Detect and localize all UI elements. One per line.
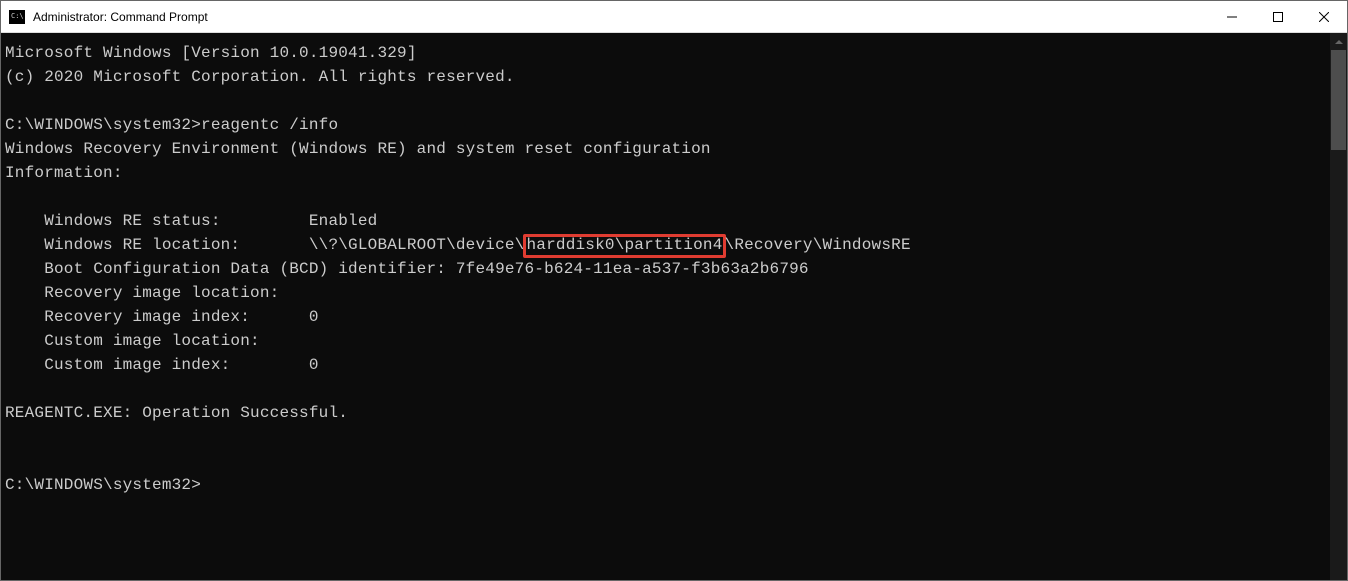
terminal-line: Windows Recovery Environment (Windows RE… xyxy=(5,140,711,158)
command-text: reagentc /info xyxy=(201,116,338,134)
terminal-output[interactable]: Microsoft Windows [Version 10.0.19041.32… xyxy=(1,33,1330,580)
terminal-line: (c) 2020 Microsoft Corporation. All righ… xyxy=(5,68,515,86)
window-title: Administrator: Command Prompt xyxy=(33,10,208,24)
prompt-path: C:\WINDOWS\system32> xyxy=(5,476,201,494)
terminal-line: \Recovery\WindowsRE xyxy=(725,236,911,254)
highlight-box: harddisk0\partition4 xyxy=(523,234,725,258)
terminal-line: Custom image location: xyxy=(5,332,260,350)
window-controls xyxy=(1209,1,1347,32)
titlebar: C:\ Administrator: Command Prompt xyxy=(1,1,1347,33)
terminal-line: Windows RE status: Enabled xyxy=(5,212,377,230)
terminal-line: Information: xyxy=(5,164,123,182)
scrollbar-up-icon[interactable] xyxy=(1330,33,1347,50)
maximize-button[interactable] xyxy=(1255,1,1301,32)
close-button[interactable] xyxy=(1301,1,1347,32)
scrollbar[interactable] xyxy=(1330,33,1347,580)
cmd-icon: C:\ xyxy=(9,10,25,24)
terminal-line: Microsoft Windows [Version 10.0.19041.32… xyxy=(5,44,417,62)
prompt-path: C:\WINDOWS\system32> xyxy=(5,116,201,134)
highlighted-text: harddisk0\partition4 xyxy=(526,236,722,254)
terminal-line: REAGENTC.EXE: Operation Successful. xyxy=(5,404,348,422)
terminal-line: Custom image index: 0 xyxy=(5,356,319,374)
scrollbar-thumb[interactable] xyxy=(1331,50,1346,150)
terminal-line: Windows RE location: \\?\GLOBALROOT\devi… xyxy=(5,236,524,254)
terminal-line: Boot Configuration Data (BCD) identifier… xyxy=(5,260,809,278)
terminal-line: Recovery image index: 0 xyxy=(5,308,319,326)
terminal-line: Recovery image location: xyxy=(5,284,279,302)
minimize-button[interactable] xyxy=(1209,1,1255,32)
